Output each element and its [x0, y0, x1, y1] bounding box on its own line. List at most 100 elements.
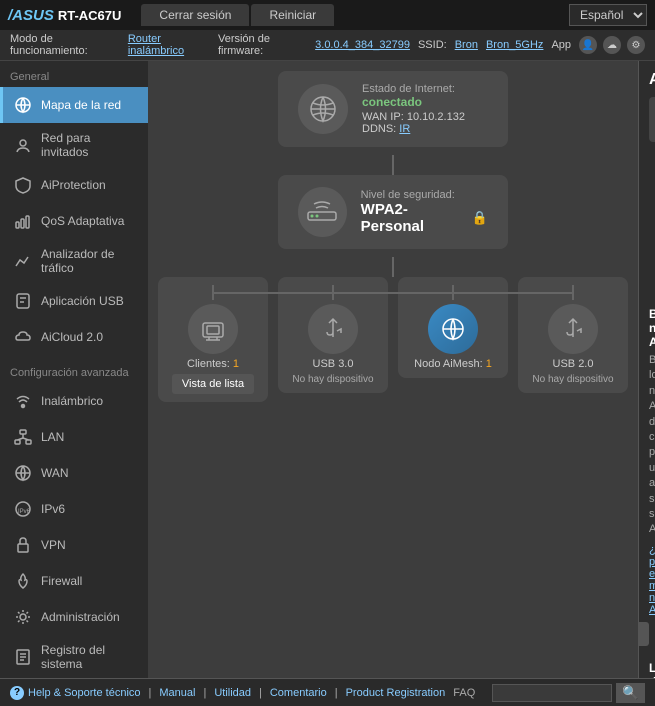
traffic-analyzer-icon	[13, 251, 33, 271]
language-select[interactable]: Español English	[569, 4, 647, 26]
sidebar-item-aiprotection-label: AiProtection	[41, 178, 106, 192]
internet-status-label: Estado de Internet:	[362, 83, 488, 95]
modo-label: Modo de funcionamiento:	[10, 33, 120, 57]
network-map: Estado de Internet: conectado WAN IP: 10…	[148, 61, 638, 678]
ddns-link[interactable]: IR	[399, 123, 410, 135]
sidebar-item-registro[interactable]: Registro del sistema	[0, 635, 148, 678]
internet-icon	[298, 84, 348, 134]
logo-asus: /ASUS	[8, 7, 54, 24]
reiniciar-button[interactable]: Reiniciar	[251, 4, 334, 26]
settings-icon[interactable]: ⚙	[627, 36, 645, 54]
sidebar-general-section: General Mapa de la red	[0, 61, 148, 357]
usb30-label: USB 3.0	[313, 358, 354, 370]
search-button[interactable]: 🔍	[616, 683, 645, 703]
separator-4: |	[335, 687, 338, 699]
aimesh-image	[649, 97, 655, 142]
product-reg-link[interactable]: Product Registration	[346, 687, 446, 699]
internet-status: conectado	[362, 95, 488, 109]
connector-line-2	[392, 257, 394, 277]
cloud-icon[interactable]: ☁	[603, 36, 621, 54]
modo-value[interactable]: Router inalámbrico	[128, 33, 210, 57]
sidebar: General Mapa de la red	[0, 61, 148, 678]
sidebar-item-firewall-label: Firewall	[41, 574, 82, 588]
ipv6-icon: IPv6	[13, 499, 33, 519]
search-input[interactable]	[492, 684, 612, 702]
sidebar-item-qos[interactable]: QoS Adaptativa	[0, 203, 148, 239]
clients-icon	[188, 304, 238, 354]
firmware-value[interactable]: 3.0.0.4_384_32799	[315, 39, 410, 51]
aimesh-panel: AiMesh AiMesh combina más de un router d…	[638, 61, 655, 678]
main-layout: General Mapa de la red	[0, 61, 655, 678]
sidebar-item-aplicacion-usb[interactable]: Aplicación USB	[0, 283, 148, 319]
sidebar-item-mapa-red-label: Mapa de la red	[41, 98, 121, 112]
separator-1: |	[149, 687, 152, 699]
sidebar-item-vpn-label: VPN	[41, 538, 66, 552]
sidebar-item-wan-label: WAN	[41, 466, 69, 480]
wpa-info: Nivel de seguridad: WPA2-Personal 🔒	[361, 189, 488, 235]
h-connector	[213, 292, 573, 294]
bottom-devices-row: Clientes: 1 Vista de lista USB 3.0 No ha…	[158, 277, 628, 402]
ddns: DDNS: IR	[362, 123, 488, 135]
sidebar-item-aplicacion-usb-label: Aplicación USB	[41, 294, 124, 308]
security-level-label: Nivel de seguridad:	[361, 189, 488, 201]
manual-link[interactable]: Manual	[159, 687, 195, 699]
usb-app-icon	[13, 291, 33, 311]
logo-model: RT-AC67U	[58, 8, 122, 23]
ssid-24[interactable]: Bron	[455, 39, 478, 51]
sidebar-avanzada-section: Configuración avanzada Inalámbrico	[0, 357, 148, 678]
clients-label: Clientes: 1	[187, 358, 239, 370]
search-box: 🔍	[492, 683, 645, 703]
status-bar-right: App 👤 ☁ ⚙	[551, 36, 645, 54]
sidebar-item-registro-label: Registro del sistema	[41, 643, 138, 671]
wpa-box: Nivel de seguridad: WPA2-Personal 🔒	[278, 175, 508, 249]
wan-icon	[13, 463, 33, 483]
vista-lista-button[interactable]: Vista de lista	[172, 374, 254, 394]
sidebar-item-administracion[interactable]: Administración	[0, 599, 148, 635]
usb30-icon	[308, 304, 358, 354]
usb30-box: USB 3.0 No hay dispositivo	[278, 277, 388, 393]
firewall-icon	[13, 571, 33, 591]
connector-line-1	[392, 155, 394, 175]
sidebar-item-ipv6[interactable]: IPv6 IPv6	[0, 491, 148, 527]
separator-3: |	[259, 687, 262, 699]
sidebar-item-aiprotection[interactable]: AiProtection	[0, 167, 148, 203]
sidebar-item-vpn[interactable]: VPN	[0, 527, 148, 563]
sidebar-item-analizador-label: Analizador de tráfico	[41, 247, 138, 275]
utilidad-link[interactable]: Utilidad	[214, 687, 251, 699]
comentario-link[interactable]: Comentario	[270, 687, 327, 699]
aimesh-node-icon	[428, 304, 478, 354]
sidebar-item-aicloud-label: AiCloud 2.0	[41, 330, 103, 344]
help-support[interactable]: ? Help & Soporte técnico	[10, 686, 141, 700]
sidebar-item-aicloud[interactable]: AiCloud 2.0	[0, 319, 148, 355]
person-icon[interactable]: 👤	[579, 36, 597, 54]
sidebar-avanzada-title: Configuración avanzada	[0, 363, 148, 383]
sidebar-item-lan[interactable]: LAN	[0, 419, 148, 455]
top-bar: /ASUS RT-AC67U Cerrar sesión Reiniciar E…	[0, 0, 655, 30]
help-icon: ?	[10, 686, 24, 700]
sidebar-item-qos-label: QoS Adaptativa	[41, 214, 124, 228]
sidebar-item-wan[interactable]: WAN	[0, 455, 148, 491]
security-type: WPA2-Personal	[361, 201, 468, 235]
sidebar-item-red-invitados[interactable]: Red para invitados	[0, 123, 148, 167]
sidebar-item-analizador[interactable]: Analizador de tráfico	[0, 239, 148, 283]
svg-text:IPv6: IPv6	[18, 509, 31, 515]
cerrar-sesion-button[interactable]: Cerrar sesión	[141, 4, 249, 26]
sidebar-item-firewall[interactable]: Firewall	[0, 563, 148, 599]
ssid-label: SSID:	[418, 39, 447, 51]
sidebar-item-inalambrico-label: Inalámbrico	[41, 394, 103, 408]
lan-icon	[13, 427, 33, 447]
sidebar-item-administracion-label: Administración	[41, 610, 120, 624]
firmware-label: Versión de firmware:	[218, 33, 307, 57]
vpn-icon	[13, 535, 33, 555]
ssid-5[interactable]: Bron_5GHz	[486, 39, 543, 51]
status-bar: Modo de funcionamiento: Router inalámbri…	[0, 30, 655, 61]
router-icon	[298, 187, 347, 237]
sidebar-item-inalambrico[interactable]: Inalámbrico	[0, 383, 148, 419]
top-bar-buttons: Cerrar sesión Reiniciar	[141, 4, 334, 26]
aimesh-search-button[interactable]: Buscar	[638, 622, 649, 646]
internet-box: Estado de Internet: conectado WAN IP: 10…	[278, 71, 508, 147]
usb20-box: USB 2.0 No hay dispositivo	[518, 277, 628, 393]
sidebar-item-mapa-red[interactable]: Mapa de la red	[0, 87, 148, 123]
usb20-label: USB 2.0	[553, 358, 594, 370]
aicloud-icon	[13, 327, 33, 347]
